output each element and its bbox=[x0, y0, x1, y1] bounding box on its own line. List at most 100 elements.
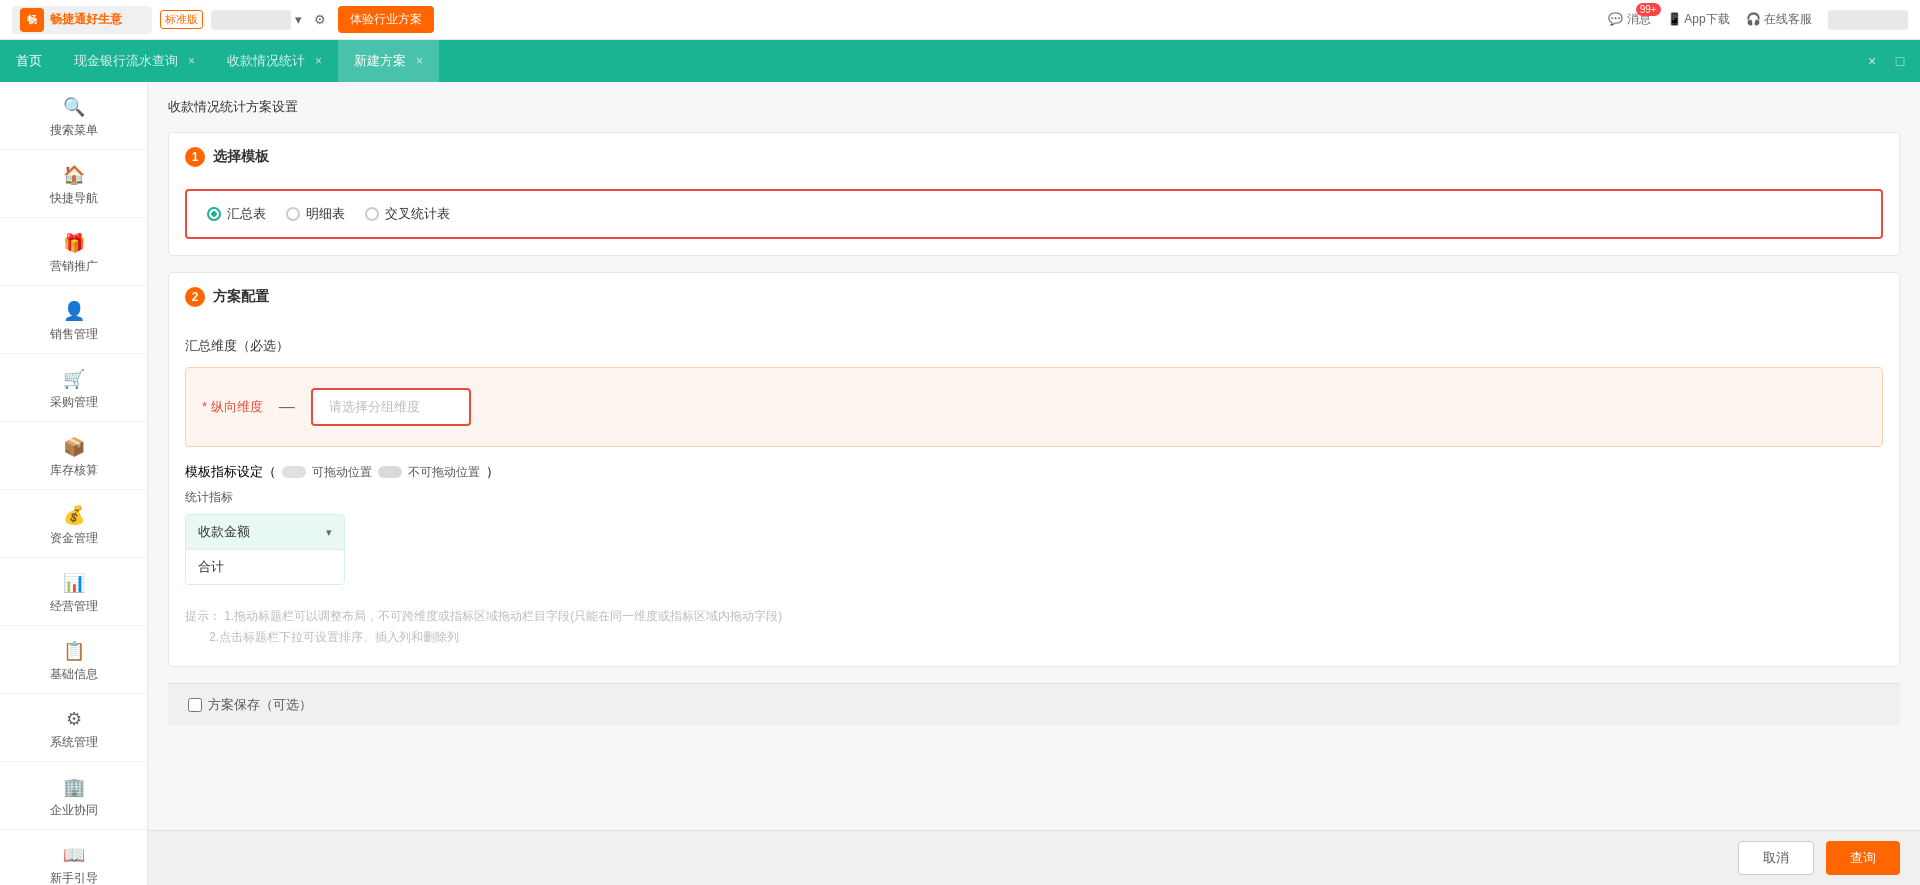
template-options-group: 汇总表 明细表 交叉统计表 bbox=[185, 189, 1883, 239]
radio-summary[interactable] bbox=[207, 207, 221, 221]
cart-icon: 🛒 bbox=[63, 368, 85, 390]
section-template: 1 选择模板 汇总表 明细表 交叉统计表 bbox=[168, 132, 1900, 256]
template-option-cross[interactable]: 交叉统计表 bbox=[365, 205, 450, 223]
sidebar-item-sales[interactable]: 👤 销售管理 bbox=[0, 286, 147, 354]
metrics-setting-row: 模板指标设定（ 可拖动位置 不可拖动位置 ） bbox=[185, 463, 1883, 481]
receipts-tab-close-icon[interactable]: × bbox=[315, 54, 322, 68]
main-layout: 🔍 搜索菜单 🏠 快捷导航 🎁 营销推广 👤 销售管理 🛒 采购管理 📦 库存核… bbox=[0, 82, 1920, 885]
save-checkbox[interactable] bbox=[188, 698, 202, 712]
tab-new-plan[interactable]: 新建方案 × bbox=[338, 40, 439, 82]
query-button[interactable]: 查询 bbox=[1826, 841, 1900, 875]
content-area: 收款情况统计方案设置 1 选择模板 汇总表 明细表 bbox=[148, 82, 1920, 885]
footer-bar: 取消 查询 bbox=[148, 830, 1920, 885]
template-option-detail[interactable]: 明细表 bbox=[286, 205, 345, 223]
metrics-setting-label: 模板指标设定（ bbox=[185, 463, 276, 481]
message-badge: 99+ bbox=[1636, 3, 1661, 16]
sidebar-label-sales: 销售管理 bbox=[50, 326, 98, 343]
section-config: 2 方案配置 汇总维度（必选） * 纵向维度 — 请选择分组维度 bbox=[168, 272, 1900, 667]
can-drag-label: 可拖动位置 bbox=[312, 464, 372, 481]
app-download-button[interactable]: 📱 App下载 bbox=[1667, 11, 1730, 28]
tab-receipts[interactable]: 收款情况统计 × bbox=[211, 40, 338, 82]
sidebar-label-basics: 基础信息 bbox=[50, 666, 98, 683]
section2-num: 2 bbox=[185, 287, 205, 307]
sidebar-item-basics[interactable]: 📋 基础信息 bbox=[0, 626, 147, 694]
online-service-button[interactable]: 🎧 在线客服 bbox=[1746, 11, 1812, 28]
sidebar-label-search: 搜索菜单 bbox=[50, 122, 98, 139]
dropdown-arrow-icon: ▾ bbox=[295, 12, 302, 27]
tips-section: 提示： 1.拖动标题栏可以调整布局，不可跨维度或指标区域拖动栏目字段(只能在同一… bbox=[185, 608, 1883, 646]
metrics-table-header[interactable]: 收款金额 ▾ bbox=[186, 515, 344, 549]
sidebar-item-marketing[interactable]: 🎁 营销推广 bbox=[0, 218, 147, 286]
section1-num: 1 bbox=[185, 147, 205, 167]
home-icon: 🏠 bbox=[63, 164, 85, 186]
cannot-drag-label: 不可拖动位置 bbox=[408, 464, 480, 481]
window-maximize-icon[interactable]: □ bbox=[1888, 49, 1912, 73]
tabbar: 首页 现金银行流水查询 × 收款情况统计 × 新建方案 × × □ bbox=[0, 40, 1920, 82]
box-icon: 📦 bbox=[63, 436, 85, 458]
window-close-icon[interactable]: × bbox=[1860, 49, 1884, 73]
section1-title: 选择模板 bbox=[213, 148, 269, 166]
sidebar-item-nav[interactable]: 🏠 快捷导航 bbox=[0, 150, 147, 218]
sidebar-label-guide: 新手引导 bbox=[50, 870, 98, 885]
sidebar-item-system[interactable]: ⚙ 系统管理 bbox=[0, 694, 147, 762]
cashflow-tab-close-icon[interactable]: × bbox=[188, 54, 195, 68]
workspace-dropdown[interactable]: ▾ bbox=[211, 10, 302, 30]
dimension-area: * 纵向维度 — 请选择分组维度 bbox=[185, 367, 1883, 447]
sidebar-item-finance[interactable]: 💰 资金管理 bbox=[0, 490, 147, 558]
sidebar-item-corp[interactable]: 🏢 企业协同 bbox=[0, 762, 147, 830]
sidebar-item-search[interactable]: 🔍 搜索菜单 bbox=[0, 82, 147, 150]
receipts-tab-label: 收款情况统计 bbox=[227, 52, 305, 70]
sidebar-label-operations: 经营管理 bbox=[50, 598, 98, 615]
page-content: 收款情况统计方案设置 1 选择模板 汇总表 明细表 bbox=[148, 82, 1920, 830]
new-plan-tab-label: 新建方案 bbox=[354, 52, 406, 70]
topbar: 畅 畅捷通好生意 标准版 ▾ ⚙ 体验行业方案 💬 消息 99+ 📱 App下载… bbox=[0, 0, 1920, 40]
grouping-dimension-select[interactable]: 请选择分组维度 bbox=[311, 388, 471, 426]
messages-button[interactable]: 💬 消息 99+ bbox=[1608, 11, 1650, 28]
chart-icon: 📊 bbox=[63, 572, 85, 594]
tip-2: 2.点击标题栏下拉可设置排序、插入列和删除列 bbox=[185, 629, 1883, 646]
tab-home[interactable]: 首页 bbox=[0, 40, 58, 82]
config-body: 汇总维度（必选） * 纵向维度 — 请选择分组维度 模板指标设定（ bbox=[169, 321, 1899, 666]
radio-detail[interactable] bbox=[286, 207, 300, 221]
logo: 畅 畅捷通好生意 bbox=[12, 6, 152, 34]
metrics-chevron-icon[interactable]: ▾ bbox=[326, 526, 332, 539]
sidebar-label-finance: 资金管理 bbox=[50, 530, 98, 547]
home-tab-label: 首页 bbox=[16, 52, 42, 70]
gift-icon: 🎁 bbox=[63, 232, 85, 254]
trial-button[interactable]: 体验行业方案 bbox=[338, 6, 434, 33]
money-icon: 💰 bbox=[63, 504, 85, 526]
metrics-table-total-cell: 合计 bbox=[186, 549, 344, 584]
draggable-indicator bbox=[282, 466, 306, 478]
new-plan-tab-close-icon[interactable]: × bbox=[416, 54, 423, 68]
workspace-name bbox=[211, 10, 291, 30]
building-icon: 🏢 bbox=[63, 776, 85, 798]
sidebar-item-purchase[interactable]: 🛒 采购管理 bbox=[0, 354, 147, 422]
metrics-header-label: 收款金额 bbox=[198, 523, 250, 541]
template-option-summary[interactable]: 汇总表 bbox=[207, 205, 266, 223]
cancel-button[interactable]: 取消 bbox=[1738, 841, 1814, 875]
sidebar-label-system: 系统管理 bbox=[50, 734, 98, 751]
sidebar-label-inventory: 库存核算 bbox=[50, 462, 98, 479]
sidebar-item-operations[interactable]: 📊 经营管理 bbox=[0, 558, 147, 626]
template-cross-label: 交叉统计表 bbox=[385, 205, 450, 223]
template-detail-label: 明细表 bbox=[306, 205, 345, 223]
sidebar-item-guide[interactable]: 📖 新手引导 bbox=[0, 830, 147, 885]
vertical-dim-label: * 纵向维度 bbox=[202, 398, 263, 416]
topbar-left: 畅 畅捷通好生意 标准版 ▾ ⚙ 体验行业方案 bbox=[12, 6, 434, 34]
service-icon: 🎧 bbox=[1746, 12, 1761, 26]
service-label: 在线客服 bbox=[1764, 12, 1812, 26]
tab-cashflow[interactable]: 现金银行流水查询 × bbox=[58, 40, 211, 82]
template-summary-label: 汇总表 bbox=[227, 205, 266, 223]
download-icon: 📱 bbox=[1667, 12, 1682, 26]
radio-cross[interactable] bbox=[365, 207, 379, 221]
edition-badge: 标准版 bbox=[160, 10, 203, 29]
tip-2-text: 2.点击标题栏下拉可设置排序、插入列和删除列 bbox=[209, 630, 459, 644]
user-info[interactable] bbox=[1828, 10, 1908, 30]
sidebar-label-purchase: 采购管理 bbox=[50, 394, 98, 411]
settings-gear-icon[interactable]: ⚙ bbox=[310, 10, 330, 30]
sidebar-label-nav: 快捷导航 bbox=[50, 190, 98, 207]
download-label: App下载 bbox=[1684, 12, 1729, 26]
sidebar-item-inventory[interactable]: 📦 库存核算 bbox=[0, 422, 147, 490]
tip-1: 提示： 1.拖动标题栏可以调整布局，不可跨维度或指标区域拖动栏目字段(只能在同一… bbox=[185, 608, 1883, 625]
page-title: 收款情况统计方案设置 bbox=[168, 98, 1900, 116]
